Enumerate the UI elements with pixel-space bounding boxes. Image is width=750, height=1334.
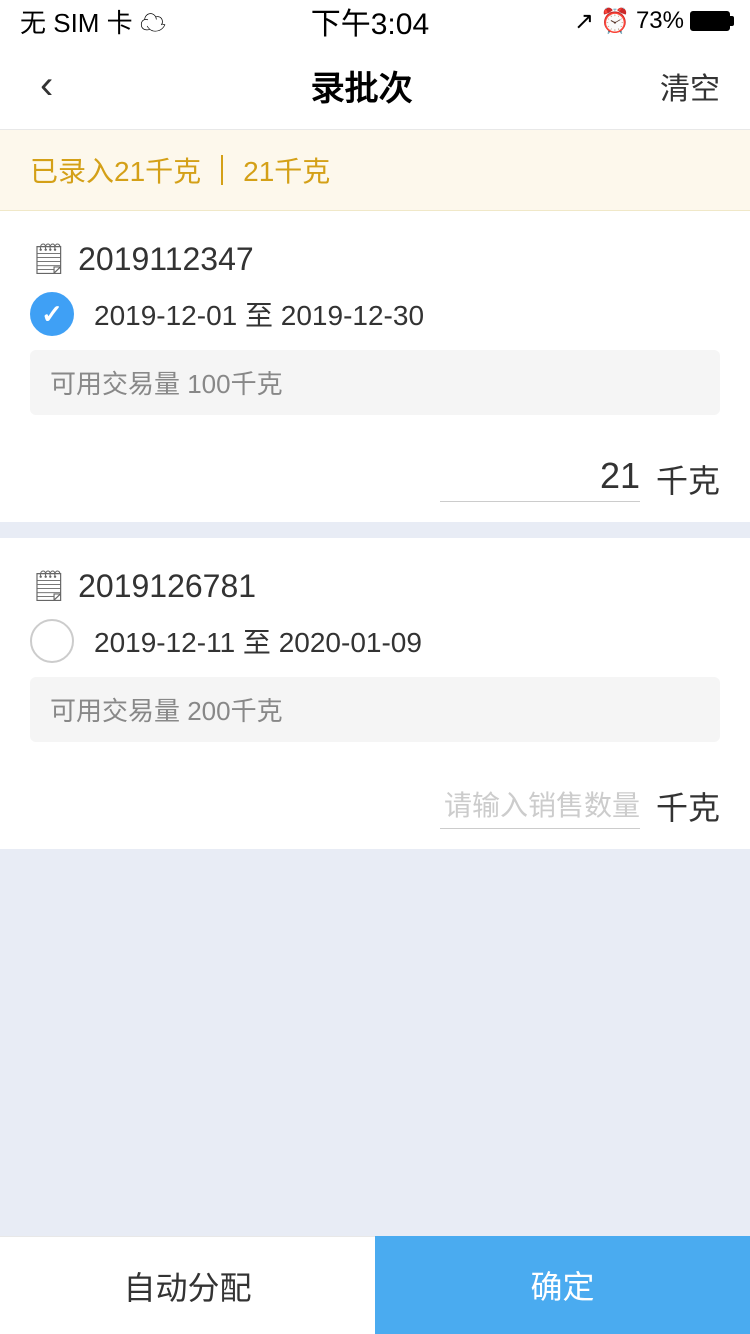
radio-button-2[interactable] (30, 619, 74, 663)
back-button[interactable]: ‹ (30, 53, 63, 118)
status-right: ↗ ⏰ 73% (574, 7, 730, 36)
confirm-button[interactable]: 确定 (375, 1236, 750, 1334)
summary-label: 已录入21千克 (30, 150, 201, 190)
page-title: 录批次 (311, 61, 413, 110)
batch-header-1: 🗒 2019112347 (30, 241, 720, 278)
quantity-underline-2 (440, 782, 640, 829)
quantity-underline-1 (440, 455, 640, 502)
batch-item-2: 🗒 2019126781 2019-12-11 至 2020-01-09 可用交… (0, 538, 750, 762)
batch-date-1: 2019-12-01 至 2019-12-30 (94, 294, 424, 334)
battery-percent: 73% (636, 7, 684, 35)
batch-doc-icon-1: 🗒 (30, 242, 68, 277)
bottom-bar: 自动分配 确定 (0, 1236, 750, 1334)
no-sim-label: 无 SIM 卡 ☁ (20, 3, 166, 40)
quantity-input-1[interactable] (440, 455, 640, 497)
batch-date-row-2: 2019-12-11 至 2020-01-09 (30, 619, 720, 663)
empty-area (0, 849, 750, 1236)
batch-date-2: 2019-12-11 至 2020-01-09 (94, 621, 422, 661)
summary-value: 21千克 (243, 150, 330, 190)
summary-bar: 已录入21千克 21千克 (0, 130, 750, 211)
batch-date-row-1: 2019-12-01 至 2019-12-30 (30, 292, 720, 336)
batch-doc-icon-2: 🗒 (30, 569, 68, 604)
radio-button-1[interactable] (30, 292, 74, 336)
status-time: 下午3:04 (311, 0, 429, 43)
batch-availability-1: 可用交易量 100千克 (30, 350, 720, 415)
alarm-icon: ⏰ (600, 7, 630, 36)
batch-availability-2: 可用交易量 200千克 (30, 677, 720, 742)
batch-item-1: 🗒 2019112347 2019-12-01 至 2019-12-30 可用交… (0, 211, 750, 435)
section-separator (0, 522, 750, 538)
summary-divider (221, 155, 223, 185)
content-area: 🗒 2019112347 2019-12-01 至 2019-12-30 可用交… (0, 211, 750, 1334)
location-icon: ↗ (574, 7, 594, 36)
nav-bar: ‹ 录批次 清空 (0, 42, 750, 130)
status-bar: 无 SIM 卡 ☁ 下午3:04 ↗ ⏰ 73% (0, 0, 750, 42)
quantity-unit-2: 千克 (656, 783, 720, 829)
battery-icon (690, 11, 730, 31)
quantity-row-1: 千克 (0, 435, 750, 522)
auto-distribute-button[interactable]: 自动分配 (0, 1236, 375, 1334)
clear-button[interactable]: 清空 (660, 64, 720, 108)
status-left: 无 SIM 卡 ☁ (20, 3, 166, 40)
batch-id-1: 2019112347 (78, 241, 254, 278)
quantity-row-2: 千克 (0, 762, 750, 849)
quantity-unit-1: 千克 (656, 456, 720, 502)
batch-id-2: 2019126781 (78, 568, 256, 605)
batch-header-2: 🗒 2019126781 (30, 568, 720, 605)
quantity-input-2[interactable] (440, 782, 640, 824)
